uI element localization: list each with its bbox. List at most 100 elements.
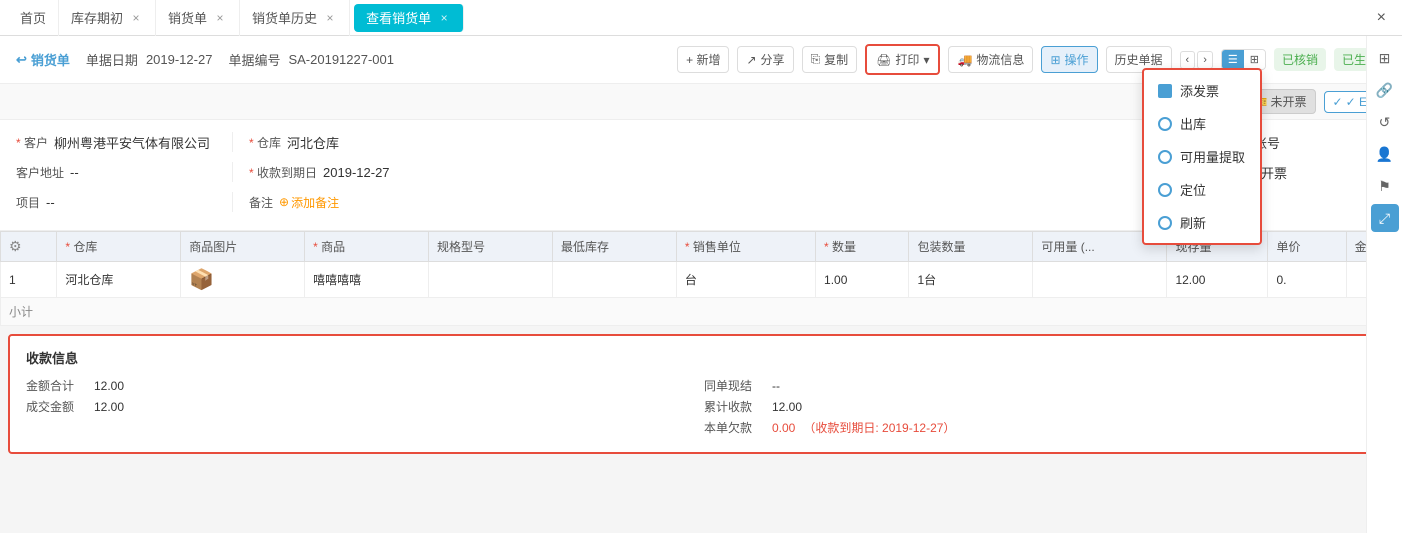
operations-button[interactable]: ⊞ 操作 — [1041, 46, 1097, 73]
transaction-amount-label: 成交金额 — [26, 398, 86, 415]
cumulative-payment-value: 12.00 — [772, 400, 802, 414]
view-list-button[interactable]: ☰ — [1222, 50, 1244, 69]
view-toggle: ☰ ⊞ — [1221, 49, 1266, 70]
dropdown-out-warehouse[interactable]: 出库 — [1144, 107, 1260, 140]
tab-sales-history-close[interactable]: × — [323, 11, 337, 25]
customer-label: 客户 — [16, 134, 48, 151]
doc-number-label: 单据编号 — [228, 50, 280, 69]
logistics-button-label: 物流信息 — [976, 51, 1024, 68]
sidebar-flag-icon: ⚑ — [1378, 178, 1391, 195]
tab-view-sales-close[interactable]: × — [437, 11, 451, 25]
tab-bar-close-button[interactable]: × — [1369, 9, 1394, 27]
payment-date-label: 收款到期日 — [249, 164, 317, 181]
prev-button[interactable]: ‹ — [1180, 51, 1196, 69]
tab-view-sales-label: 查看销货单 — [366, 8, 431, 27]
next-button[interactable]: › — [1197, 51, 1213, 69]
row-product-img: 📦 — [181, 262, 305, 298]
logistics-button[interactable]: 🚚 物流信息 — [948, 46, 1033, 73]
doc-type-label: 销货单 — [31, 50, 70, 69]
operations-button-label: 操作 — [1065, 51, 1089, 68]
sidebar-refresh-button[interactable]: ↺ — [1371, 108, 1399, 136]
row-unit-price: 0. — [1268, 262, 1346, 298]
sidebar-link-button[interactable]: 🔗 — [1371, 76, 1399, 104]
row-quantity: 1.00 — [816, 262, 909, 298]
print-button-label: 打印 — [895, 51, 919, 68]
locate-label: 定位 — [1180, 180, 1206, 199]
warehouse-value: 河北仓库 — [287, 133, 339, 152]
tab-sales-order[interactable]: 销货单 × — [156, 0, 240, 36]
tab-view-sales[interactable]: 查看销货单 × — [354, 4, 464, 32]
sidebar-grid-button[interactable]: ⊞ — [1371, 44, 1399, 72]
doc-icon: ↩ — [16, 52, 27, 68]
not-open-label: 未开票 — [1271, 93, 1307, 110]
sidebar-grid-icon: ⊞ — [1379, 50, 1391, 67]
same-order-row: 同单现结 -- — [704, 377, 1376, 394]
dropdown-add-invoice[interactable]: 添发票 — [1144, 74, 1260, 107]
print-dropdown-arrow: ▾ — [923, 53, 929, 67]
tab-inventory-init[interactable]: 库存期初 × — [59, 0, 156, 36]
document-actions: + 新增 ↗ 分享 ⎘ 复制 🖨 打印 ▾ 🚚 物流信息 — [677, 44, 1386, 75]
doc-date-label: 单据日期 — [86, 50, 138, 69]
subtotal-row: 小计 — [1, 298, 1402, 326]
dropdown-refresh[interactable]: 刷新 — [1144, 206, 1260, 239]
col-quantity: 数量 — [816, 232, 909, 262]
row-index: 1 — [1, 262, 57, 298]
row-package-qty: 1台 — [909, 262, 1033, 298]
tab-inventory-init-label: 库存期初 — [71, 8, 123, 27]
col-settings[interactable]: ⚙ — [1, 232, 57, 262]
payment-date-value: 2019-12-27 — [323, 165, 390, 180]
address-field: 客户地址 -- — [16, 164, 216, 181]
dropdown-locate[interactable]: 定位 — [1144, 173, 1260, 206]
share-icon: ↗ — [746, 53, 756, 67]
col-product: 商品 — [305, 232, 429, 262]
document-meta: 单据日期 2019-12-27 单据编号 SA-20191227-001 — [86, 50, 661, 69]
share-button-label: 分享 — [761, 51, 785, 68]
cumulative-payment-row: 累计收款 12.00 — [704, 398, 1376, 415]
doc-number-value: SA-20191227-001 — [288, 52, 394, 67]
tab-home-label: 首页 — [20, 8, 46, 27]
document-title: ↩ 销货单 — [16, 50, 70, 69]
new-button[interactable]: + 新增 — [677, 46, 729, 73]
doc-date-value: 2019-12-27 — [146, 52, 213, 67]
grid-icon: ⊞ — [1050, 53, 1060, 67]
total-amount-value: 12.00 — [94, 379, 124, 393]
settings-icon[interactable]: ⚙ — [9, 238, 22, 254]
tab-home[interactable]: 首页 — [8, 0, 59, 36]
add-note-button[interactable]: ⊕ 添加备注 — [279, 194, 339, 211]
transaction-amount-row: 成交金额 12.00 — [26, 398, 698, 415]
col-product-img: 商品图片 — [181, 232, 305, 262]
print-button[interactable]: 🖨 打印 ▾ — [868, 47, 937, 72]
payment-info-section: 收款信息 金额合计 12.00 成交金额 12.00 同单现结 -- 累计收款 — [8, 334, 1394, 454]
warehouse-field: 仓库 河北仓库 — [249, 133, 449, 152]
total-amount-row: 金额合计 12.00 — [26, 377, 698, 394]
project-value: -- — [46, 195, 55, 210]
sidebar-expand-button[interactable]: ⤢ — [1371, 204, 1399, 232]
check-icon: ✓ — [1333, 95, 1343, 109]
col-spec: 规格型号 — [429, 232, 553, 262]
copy-icon: ⎘ — [811, 52, 821, 67]
sidebar-person-button[interactable]: 👤 — [1371, 140, 1399, 168]
dropdown-available-qty[interactable]: 可用量提取 — [1144, 140, 1260, 173]
customer-field: 客户 柳州粤港平安气体有限公司 — [16, 133, 216, 152]
locate-icon — [1158, 183, 1172, 197]
address-label: 客户地址 — [16, 164, 64, 181]
row-sales-unit: 台 — [676, 262, 815, 298]
col-package-qty: 包装数量 — [909, 232, 1033, 262]
available-qty-label: 可用量提取 — [1180, 147, 1245, 166]
view-grid-button[interactable]: ⊞ — [1244, 50, 1265, 69]
row-product: 嘻嘻嘻嘻 — [305, 262, 429, 298]
share-button[interactable]: ↗ 分享 — [737, 46, 793, 73]
add-invoice-icon — [1158, 84, 1172, 98]
subtotal-label: 小计 — [1, 298, 1402, 326]
tab-sales-order-label: 销货单 — [168, 8, 207, 27]
print-icon: 🖨 — [876, 53, 891, 67]
sidebar-refresh-icon: ↺ — [1379, 114, 1391, 131]
copy-button[interactable]: ⎘ 复制 — [802, 46, 858, 73]
tab-inventory-init-close[interactable]: × — [129, 11, 143, 25]
customer-value: 柳州粤港平安气体有限公司 — [54, 133, 210, 152]
tab-sales-order-close[interactable]: × — [213, 11, 227, 25]
note-label: 备注 — [249, 194, 273, 211]
table-row: 1 河北仓库 📦 嘻嘻嘻嘻 台 1.00 1台 12.00 0. — [1, 262, 1402, 298]
tab-sales-history[interactable]: 销货单历史 × — [240, 0, 350, 36]
sidebar-flag-button[interactable]: ⚑ — [1371, 172, 1399, 200]
